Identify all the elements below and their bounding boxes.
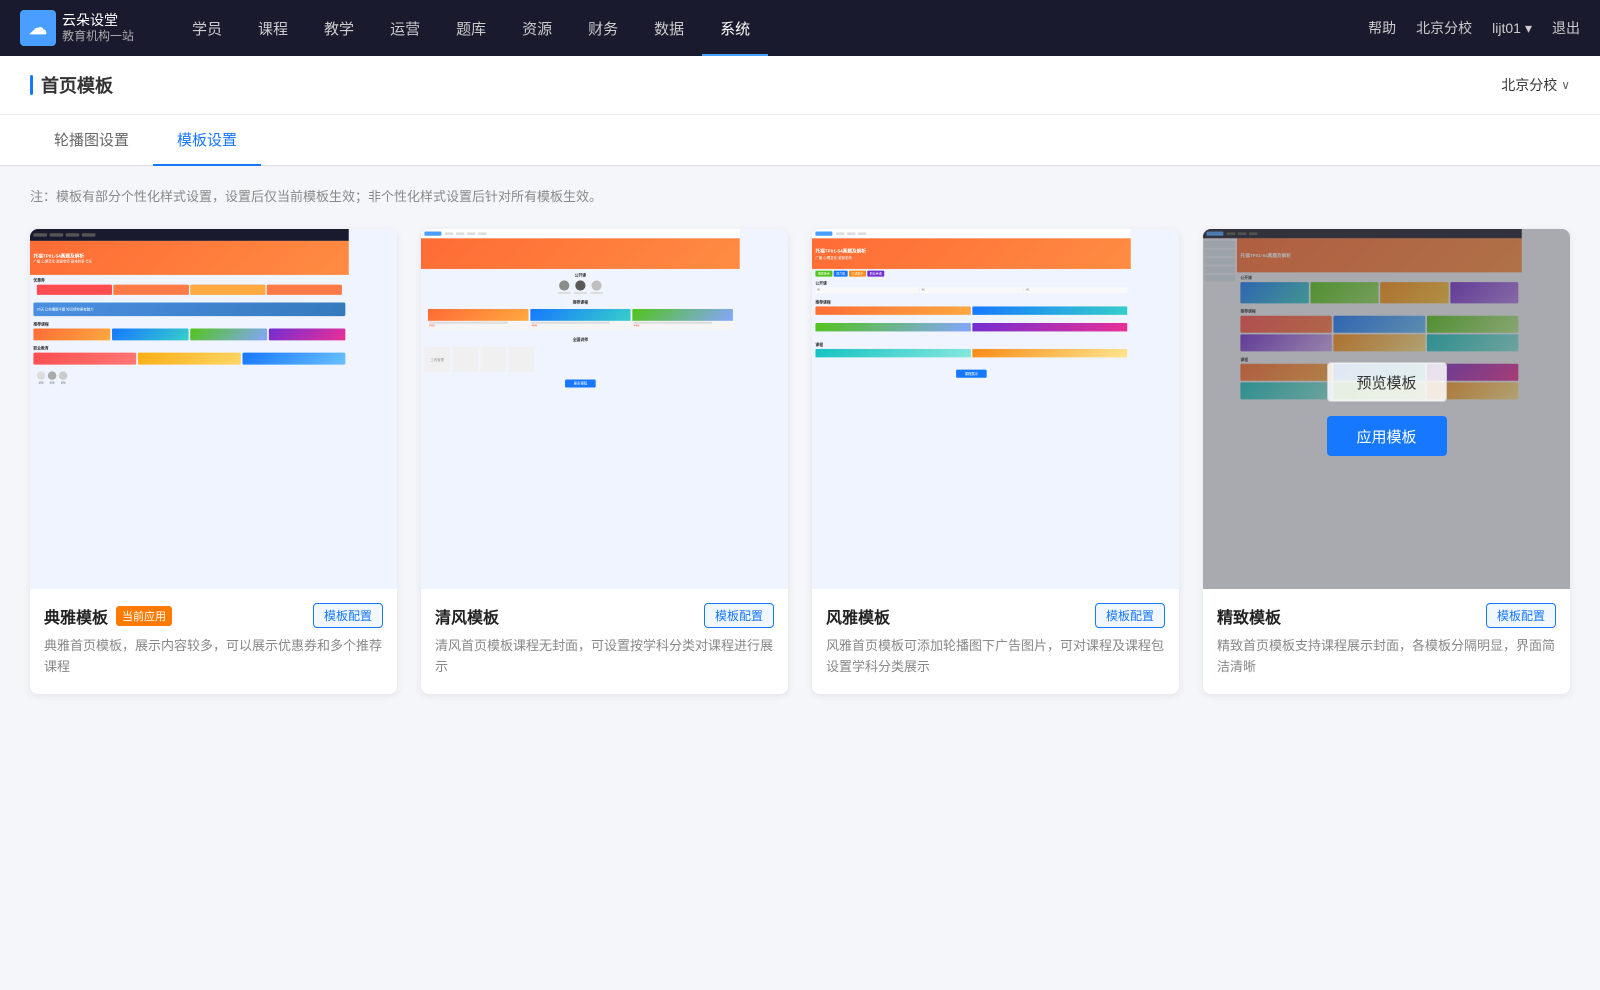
template-info-fengya: 风雅模板 模板配置 风雅首页模板可添加轮播图下广告图片，可对课程及课程包设置学科… [812,589,1179,694]
template-grid: 托福TP01-54真题及解析 广播·心理变化·谢谢老师·最难的事·华乐 优惠券 [30,229,1570,694]
logo-text: 云朵设堂 教育机构一站 [62,11,134,45]
user-chevron-icon: ▾ [1525,20,1532,37]
page-title: 首页模板 [30,72,113,98]
template-preview-overlay-jingzhi: 预览模板 应用模板 [1203,229,1570,589]
apply-template-btn[interactable]: 应用模板 [1327,416,1447,456]
branch-chevron-icon: ∨ [1561,78,1570,92]
nav-link-system[interactable]: 系统 [702,0,768,56]
template-name-jingzhi: 精致模板 [1217,604,1281,628]
template-desc-dianya: 典雅首页模板，展示内容较多，可以展示优惠券和多个推荐课程 [44,636,383,678]
template-preview-qingfeng[interactable]: 公开课 [421,229,788,589]
logo: ☁ 云朵设堂 教育机构一站 [20,10,134,46]
config-btn-jingzhi[interactable]: 模板配置 [1486,603,1556,628]
template-card-qingfeng: 公开课 [421,229,788,694]
template-info-qingfeng: 清风模板 模板配置 清风首页模板课程无封面，可设置按学科分类对课程进行展示 [421,589,788,694]
config-btn-qingfeng[interactable]: 模板配置 [704,603,774,628]
nav-link-resources[interactable]: 资源 [504,0,570,56]
template-name-dianya: 典雅模板 [44,604,108,628]
nav-links: 学员 课程 教学 运营 题库 资源 财务 数据 系统 [174,0,1368,56]
template-desc-fengya: 风雅首页模板可添加轮播图下广告图片，可对课程及课程包设置学科分类展示 [826,636,1165,678]
content-area: 注：模板有部分个性化样式设置，设置后仅当前模板生效；非个性化样式设置后针对所有模… [0,166,1600,734]
nav-link-data[interactable]: 数据 [636,0,702,56]
template-preview-jingzhi[interactable]: 托福TP01-54真题及解析 公开课 [1203,229,1570,589]
branch-link[interactable]: 北京分校 [1416,18,1472,38]
config-btn-fengya[interactable]: 模板配置 [1095,603,1165,628]
help-link[interactable]: 帮助 [1368,18,1396,38]
nav-link-questions[interactable]: 题库 [438,0,504,56]
logo-icon: ☁ [20,10,56,46]
nav-link-finance[interactable]: 财务 [570,0,636,56]
nav-link-operations[interactable]: 运营 [372,0,438,56]
nav-right: 帮助 北京分校 lijt01 ▾ 退出 [1368,18,1580,38]
tabs-container: 轮播图设置 模板设置 [0,115,1600,166]
template-desc-qingfeng: 清风首页模板课程无封面，可设置按学科分类对课程进行展示 [435,636,774,678]
tab-carousel[interactable]: 轮播图设置 [30,115,153,166]
page-header: 首页模板 北京分校 ∨ [0,56,1600,115]
template-name-fengya: 风雅模板 [826,604,890,628]
template-card-fengya: 托福TP01-54真题及解析 广播·心理变化·谢谢老师 雅思备考 四六级 口语提… [812,229,1179,694]
template-name-qingfeng: 清风模板 [435,604,499,628]
template-info-dianya: 典雅模板 当前应用 模板配置 典雅首页模板，展示内容较多，可以展示优惠券和多个推… [30,589,397,694]
config-btn-dianya[interactable]: 模板配置 [313,603,383,628]
template-card-jingzhi: 托福TP01-54真题及解析 公开课 [1203,229,1570,694]
nav-link-teaching[interactable]: 教学 [306,0,372,56]
notice-text: 注：模板有部分个性化样式设置，设置后仅当前模板生效；非个性化样式设置后针对所有模… [30,186,1570,205]
template-desc-jingzhi: 精致首页模板支持课程展示封面，各模板分隔明显，界面简洁清晰 [1217,636,1556,678]
preview-template-btn[interactable]: 预览模板 [1327,362,1447,402]
template-preview-dianya[interactable]: 托福TP01-54真题及解析 广播·心理变化·谢谢老师·最难的事·华乐 优惠券 [30,229,397,589]
tab-template[interactable]: 模板设置 [153,115,261,166]
nav-link-students[interactable]: 学员 [174,0,240,56]
navbar: ☁ 云朵设堂 教育机构一站 学员 课程 教学 运营 题库 资源 财务 数据 系统… [0,0,1600,56]
logout-link[interactable]: 退出 [1552,18,1580,38]
nav-link-courses[interactable]: 课程 [240,0,306,56]
template-card-dianya: 托福TP01-54真题及解析 广播·心理变化·谢谢老师·最难的事·华乐 优惠券 [30,229,397,694]
template-info-jingzhi: 精致模板 模板配置 精致首页模板支持课程展示封面，各模板分隔明显，界面简洁清晰 [1203,589,1570,694]
user-dropdown[interactable]: lijt01 ▾ [1492,20,1532,37]
template-preview-fengya[interactable]: 托福TP01-54真题及解析 广播·心理变化·谢谢老师 雅思备考 四六级 口语提… [812,229,1179,589]
badge-current-dianya: 当前应用 [116,606,172,626]
branch-selector[interactable]: 北京分校 ∨ [1501,75,1570,95]
